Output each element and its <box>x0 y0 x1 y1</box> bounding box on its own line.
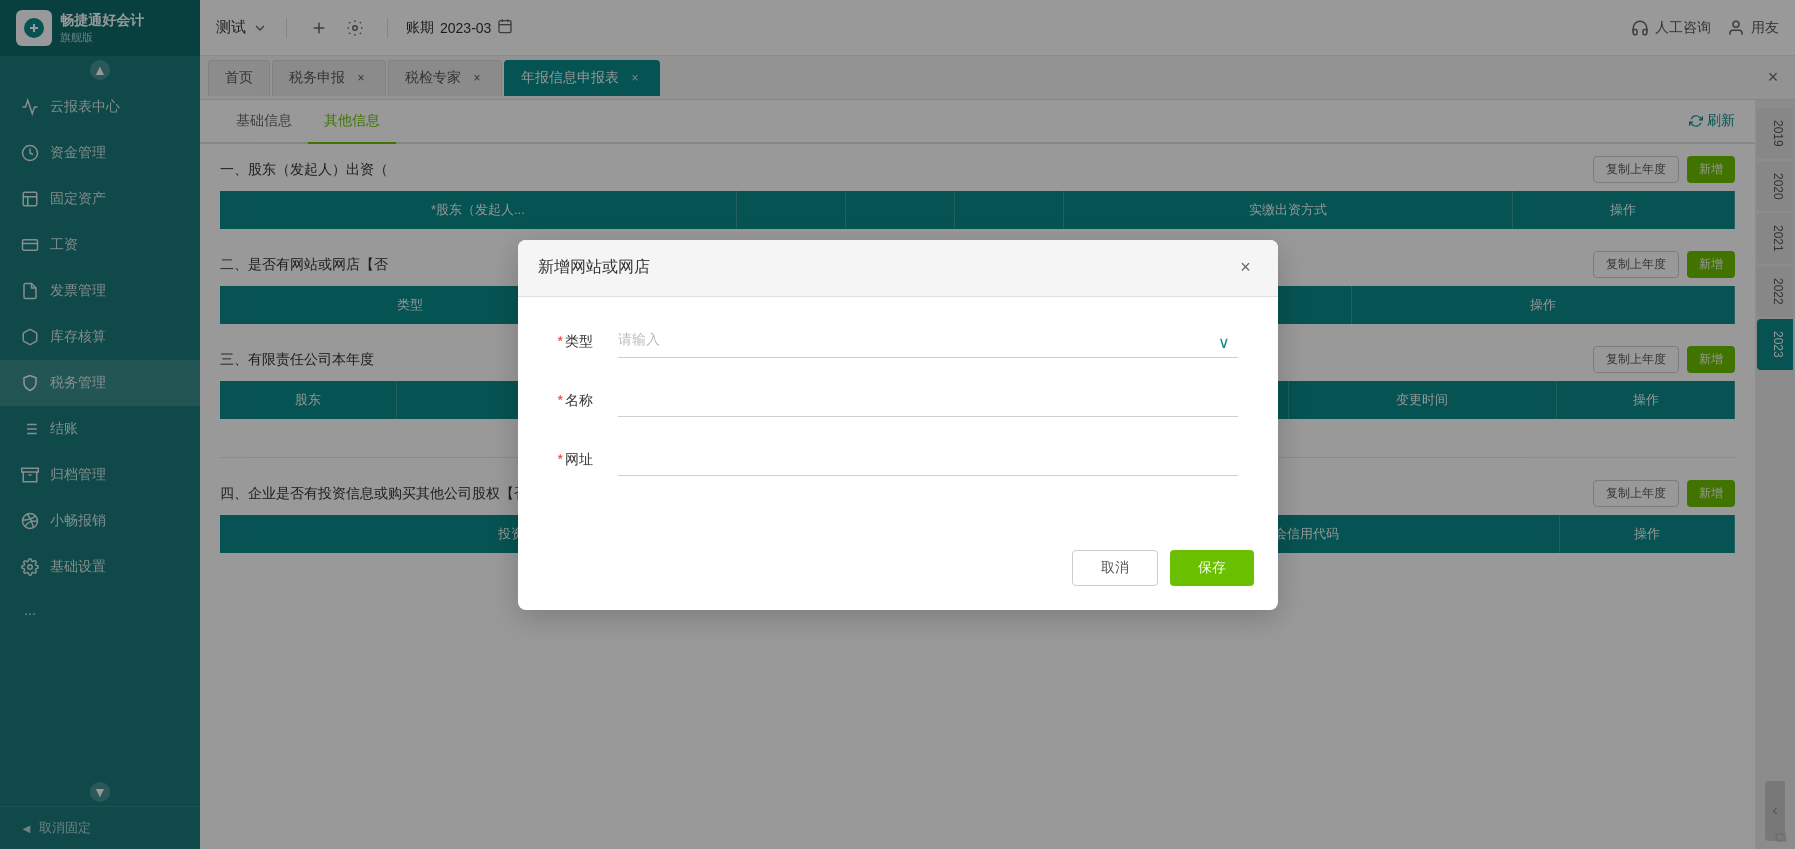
type-input[interactable] <box>618 327 1238 351</box>
name-input[interactable] <box>618 386 1238 410</box>
dialog-overlay[interactable]: 新增网站或网店 × *类型 ∨ *名称 <box>0 0 1795 849</box>
dialog-header: 新增网站或网店 × <box>518 240 1278 297</box>
dialog-body: *类型 ∨ *名称 *网址 <box>518 297 1278 534</box>
url-label: *网址 <box>558 451 618 469</box>
form-field-name: *名称 <box>558 386 1238 417</box>
type-label: *类型 <box>558 333 618 351</box>
url-input[interactable] <box>618 445 1238 469</box>
dialog-close-btn[interactable]: × <box>1234 256 1258 280</box>
save-button[interactable]: 保存 <box>1170 550 1254 586</box>
name-input-wrap <box>618 386 1238 417</box>
dialog-footer: 取消 保存 <box>518 534 1278 610</box>
cancel-button[interactable]: 取消 <box>1072 550 1158 586</box>
name-label: *名称 <box>558 392 618 410</box>
add-website-dialog: 新增网站或网店 × *类型 ∨ *名称 <box>518 240 1278 610</box>
url-input-wrap <box>618 445 1238 476</box>
form-field-type: *类型 ∨ <box>558 327 1238 358</box>
type-dropdown-icon[interactable]: ∨ <box>1218 332 1230 351</box>
type-input-wrap: ∨ <box>618 327 1238 358</box>
dialog-title: 新增网站或网店 <box>538 257 650 278</box>
form-field-url: *网址 <box>558 445 1238 476</box>
